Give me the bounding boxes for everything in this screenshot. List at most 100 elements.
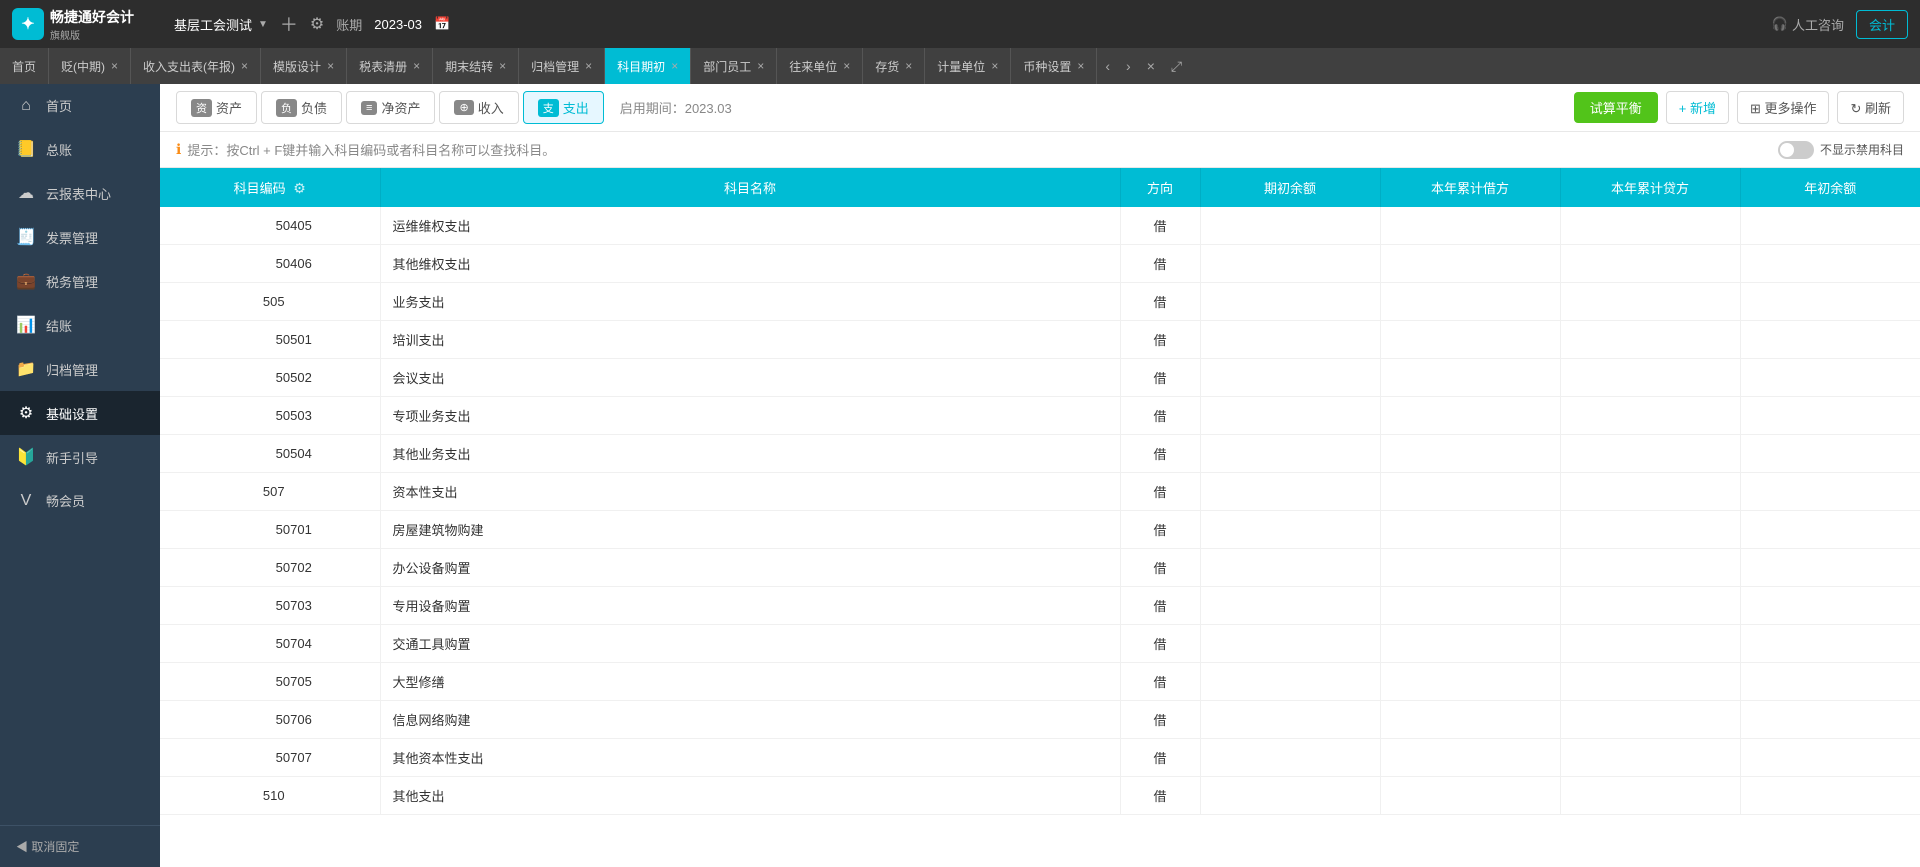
settings-icon[interactable]: ⚙ bbox=[310, 14, 324, 34]
cell-opening-balance[interactable] bbox=[1200, 397, 1380, 435]
cell-opening-balance[interactable] bbox=[1200, 435, 1380, 473]
cell-direction: 借 bbox=[1120, 321, 1200, 359]
cell-opening-balance[interactable] bbox=[1200, 777, 1380, 815]
table-row[interactable]: 50702办公设备购置借 bbox=[160, 549, 1920, 587]
sidebar-item-ledger[interactable]: 📒 总账 bbox=[0, 127, 160, 171]
cell-ytd-balance bbox=[1740, 777, 1920, 815]
cell-opening-balance[interactable] bbox=[1200, 473, 1380, 511]
tab-inventory[interactable]: 存货 × bbox=[863, 48, 925, 84]
tab-close-icon[interactable]: × bbox=[757, 59, 764, 73]
cell-ytd-debit bbox=[1380, 207, 1560, 245]
sub-tab-expense[interactable]: 支 支出 bbox=[523, 91, 604, 124]
tab-scroll-left[interactable]: ‹ bbox=[1097, 48, 1118, 84]
period-value: 2023-03 bbox=[374, 17, 422, 32]
tab-close-icon[interactable]: × bbox=[671, 59, 678, 73]
cell-direction: 借 bbox=[1120, 549, 1200, 587]
tab-close-all[interactable]: × bbox=[1139, 48, 1163, 84]
tab-bs-mid-label: 贬(中期) bbox=[61, 58, 105, 75]
cell-opening-balance[interactable] bbox=[1200, 625, 1380, 663]
table-row[interactable]: 50703专用设备购置借 bbox=[160, 587, 1920, 625]
tab-close-icon[interactable]: × bbox=[905, 59, 912, 73]
table-row[interactable]: 50706信息网络购建借 bbox=[160, 701, 1920, 739]
col-name: 科目名称 bbox=[380, 168, 1120, 207]
sidebar-item-checkout[interactable]: 📊 结账 bbox=[0, 303, 160, 347]
cell-opening-balance[interactable] bbox=[1200, 359, 1380, 397]
cell-opening-balance[interactable] bbox=[1200, 549, 1380, 587]
sub-tab-income2[interactable]: ⊕ 收入 bbox=[439, 91, 518, 124]
cell-ytd-debit bbox=[1380, 663, 1560, 701]
tab-close-icon[interactable]: × bbox=[241, 59, 248, 73]
table-row[interactable]: 510其他支出借 bbox=[160, 777, 1920, 815]
more-button[interactable]: ⊞ 更多操作 bbox=[1737, 91, 1830, 124]
sidebar-item-cloud[interactable]: ☁ 云报表中心 bbox=[0, 171, 160, 215]
tab-template[interactable]: 模版设计 × bbox=[261, 48, 347, 84]
balance-button[interactable]: 试算平衡 bbox=[1574, 92, 1658, 123]
table-row[interactable]: 505业务支出借 bbox=[160, 283, 1920, 321]
table-row[interactable]: 50704交通工具购置借 bbox=[160, 625, 1920, 663]
sub-tab-liability[interactable]: 负 负债 bbox=[261, 91, 342, 124]
tab-close-icon[interactable]: × bbox=[499, 59, 506, 73]
add-button[interactable]: + 新增 bbox=[1666, 91, 1729, 124]
sidebar-item-settings[interactable]: ⚙ 基础设置 bbox=[0, 391, 160, 435]
table-row[interactable]: 50705大型修缮借 bbox=[160, 663, 1920, 701]
account-button[interactable]: 会计 bbox=[1856, 10, 1908, 39]
project-selector[interactable]: 基层工会测试 ▼ bbox=[174, 15, 268, 34]
sidebar-item-home[interactable]: ⌂ 首页 bbox=[0, 84, 160, 127]
tab-expand[interactable]: ⤢ bbox=[1163, 48, 1190, 84]
cell-opening-balance[interactable] bbox=[1200, 511, 1380, 549]
sidebar-item-guide[interactable]: 🔰 新手引导 bbox=[0, 435, 160, 479]
tab-taxform[interactable]: 税表清册 × bbox=[347, 48, 433, 84]
tab-close-icon[interactable]: × bbox=[413, 59, 420, 73]
help-button[interactable]: 🎧 人工咨询 bbox=[1772, 15, 1844, 34]
tab-archive[interactable]: 归档管理 × bbox=[519, 48, 605, 84]
add-project-button[interactable]: ＋ bbox=[280, 11, 298, 37]
table-row[interactable]: 50501培训支出借 bbox=[160, 321, 1920, 359]
cell-direction: 借 bbox=[1120, 397, 1200, 435]
tab-bs-mid[interactable]: 贬(中期) × bbox=[49, 48, 131, 84]
tab-unit[interactable]: 计量单位 × bbox=[925, 48, 1011, 84]
tab-home[interactable]: 首页 bbox=[0, 48, 49, 84]
cell-opening-balance[interactable] bbox=[1200, 321, 1380, 359]
cell-opening-balance[interactable] bbox=[1200, 283, 1380, 321]
tab-period-end[interactable]: 期末结转 × bbox=[433, 48, 519, 84]
tab-close-icon[interactable]: × bbox=[991, 59, 998, 73]
cell-opening-balance[interactable] bbox=[1200, 587, 1380, 625]
cell-opening-balance[interactable] bbox=[1200, 663, 1380, 701]
cell-opening-balance[interactable] bbox=[1200, 739, 1380, 777]
tab-subject-init[interactable]: 科目期初 × bbox=[605, 48, 691, 84]
sidebar-item-invoice[interactable]: 🧾 发票管理 bbox=[0, 215, 160, 259]
table-row[interactable]: 50502会议支出借 bbox=[160, 359, 1920, 397]
sidebar-item-vip[interactable]: V 畅会员 bbox=[0, 479, 160, 522]
tab-income[interactable]: 收入支出表(年报) × bbox=[131, 48, 261, 84]
sidebar-collapse-button[interactable]: ◀ 取消固定 bbox=[0, 825, 160, 867]
col-settings-icon[interactable]: ⚙ bbox=[293, 180, 306, 196]
table-row[interactable]: 507资本性支出借 bbox=[160, 473, 1920, 511]
sub-tab-equity[interactable]: ≡ 净资产 bbox=[346, 91, 435, 124]
cell-direction: 借 bbox=[1120, 511, 1200, 549]
tab-close-icon[interactable]: × bbox=[1077, 59, 1084, 73]
cell-opening-balance[interactable] bbox=[1200, 245, 1380, 283]
tab-close-icon[interactable]: × bbox=[843, 59, 850, 73]
tab-partner[interactable]: 往来单位 × bbox=[777, 48, 863, 84]
disable-toggle[interactable] bbox=[1778, 141, 1814, 159]
tab-currency[interactable]: 币种设置 × bbox=[1011, 48, 1097, 84]
tab-close-icon[interactable]: × bbox=[111, 59, 118, 73]
cell-opening-balance[interactable] bbox=[1200, 207, 1380, 245]
sidebar-item-tax[interactable]: 💼 税务管理 bbox=[0, 259, 160, 303]
sub-tab-asset[interactable]: 资 资产 bbox=[176, 91, 257, 124]
cell-code: 507 bbox=[160, 473, 380, 511]
calendar-icon[interactable]: 📅 bbox=[434, 16, 450, 32]
cell-opening-balance[interactable] bbox=[1200, 701, 1380, 739]
tab-scroll-right[interactable]: › bbox=[1118, 48, 1139, 84]
table-row[interactable]: 50406其他维权支出借 bbox=[160, 245, 1920, 283]
sidebar-item-archive[interactable]: 📁 归档管理 bbox=[0, 347, 160, 391]
table-row[interactable]: 50701房屋建筑物购建借 bbox=[160, 511, 1920, 549]
table-row[interactable]: 50405运维维权支出借 bbox=[160, 207, 1920, 245]
table-row[interactable]: 50503专项业务支出借 bbox=[160, 397, 1920, 435]
table-row[interactable]: 50707其他资本性支出借 bbox=[160, 739, 1920, 777]
tab-dept-emp[interactable]: 部门员工 × bbox=[691, 48, 777, 84]
tab-close-icon[interactable]: × bbox=[585, 59, 592, 73]
tab-close-icon[interactable]: × bbox=[327, 59, 334, 73]
table-row[interactable]: 50504其他业务支出借 bbox=[160, 435, 1920, 473]
refresh-button[interactable]: ↻ 刷新 bbox=[1837, 91, 1904, 124]
